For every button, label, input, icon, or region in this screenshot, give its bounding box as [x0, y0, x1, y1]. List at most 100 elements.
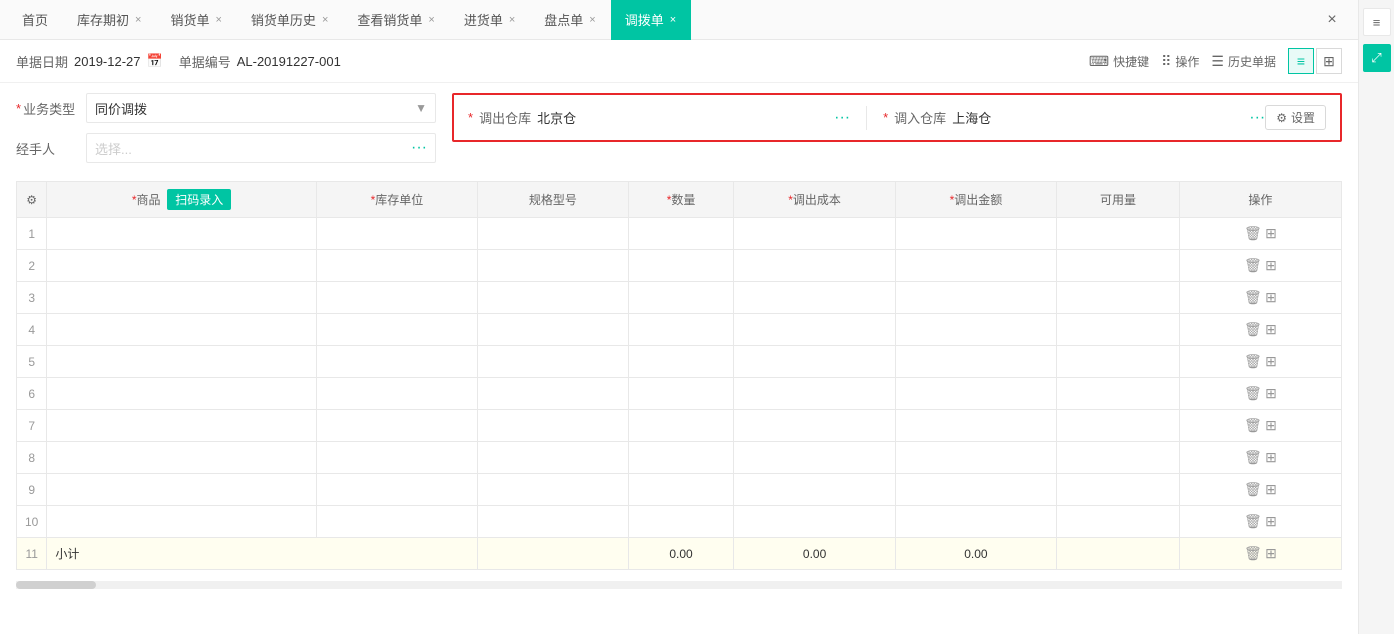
copy-row-btn[interactable]: ⊞: [1265, 257, 1277, 274]
delete-row-btn[interactable]: 🗑: [1244, 417, 1262, 434]
tab-sales-history[interactable]: 销货单历史 ×: [237, 0, 343, 40]
delete-row-btn[interactable]: 🗑: [1244, 321, 1262, 338]
product-cell[interactable]: [47, 282, 316, 314]
qty-cell[interactable]: [628, 250, 734, 282]
amount-cell[interactable]: [895, 250, 1056, 282]
history-btn[interactable]: ☰ 历史单据: [1211, 53, 1276, 70]
tab-transfer[interactable]: 调拨单 ×: [611, 0, 691, 40]
delete-row-btn[interactable]: 🗑: [1244, 449, 1262, 466]
spec-cell[interactable]: [478, 250, 629, 282]
calendar-icon[interactable]: 📅: [147, 53, 163, 69]
delete-row-btn[interactable]: 🗑: [1244, 353, 1262, 370]
unit-cell[interactable]: [316, 410, 477, 442]
spec-cell[interactable]: [478, 506, 629, 538]
agent-field[interactable]: 选择... ···: [86, 133, 436, 163]
spec-cell[interactable]: [478, 410, 629, 442]
tab-inventory-init[interactable]: 库存期初 ×: [63, 0, 156, 40]
amount-cell[interactable]: [895, 218, 1056, 250]
copy-row-btn[interactable]: ⊞: [1265, 545, 1277, 562]
qty-cell[interactable]: [628, 410, 734, 442]
qty-cell[interactable]: [628, 474, 734, 506]
qty-cell[interactable]: [628, 282, 734, 314]
unit-cell[interactable]: [316, 474, 477, 506]
product-cell[interactable]: [47, 474, 316, 506]
delete-row-btn[interactable]: 🗑: [1244, 225, 1262, 242]
amount-cell[interactable]: [895, 282, 1056, 314]
product-cell[interactable]: [47, 250, 316, 282]
spec-cell[interactable]: [478, 378, 629, 410]
tab-close-sales-history[interactable]: ×: [322, 14, 328, 26]
product-cell[interactable]: [47, 218, 316, 250]
product-cell[interactable]: [47, 314, 316, 346]
copy-row-btn[interactable]: ⊞: [1265, 225, 1277, 242]
delete-row-btn[interactable]: 🗑: [1244, 545, 1262, 562]
tab-view-sales[interactable]: 查看销货单 ×: [343, 0, 449, 40]
amount-cell[interactable]: [895, 346, 1056, 378]
from-warehouse-more-btn[interactable]: ···: [834, 109, 850, 127]
scrollbar-thumb[interactable]: [16, 581, 96, 589]
cost-cell[interactable]: [734, 442, 895, 474]
cost-cell[interactable]: [734, 250, 895, 282]
tab-close-purchase[interactable]: ×: [509, 14, 515, 26]
available-cell[interactable]: [1057, 410, 1180, 442]
cost-cell[interactable]: [734, 506, 895, 538]
cost-cell[interactable]: [734, 282, 895, 314]
available-cell[interactable]: [1057, 250, 1180, 282]
available-cell[interactable]: [1057, 442, 1180, 474]
unit-cell[interactable]: [316, 314, 477, 346]
to-warehouse-more-btn[interactable]: ···: [1249, 109, 1265, 127]
product-cell[interactable]: [47, 506, 316, 538]
copy-row-btn[interactable]: ⊞: [1265, 449, 1277, 466]
operations-btn[interactable]: ⠿ 操作: [1161, 53, 1199, 70]
cost-cell[interactable]: [734, 410, 895, 442]
unit-cell[interactable]: [316, 506, 477, 538]
copy-row-btn[interactable]: ⊞: [1265, 417, 1277, 434]
delete-row-btn[interactable]: 🗑: [1244, 385, 1262, 402]
copy-row-btn[interactable]: ⊞: [1265, 481, 1277, 498]
copy-row-btn[interactable]: ⊞: [1265, 289, 1277, 306]
grid-view-btn[interactable]: ⊞: [1316, 48, 1342, 74]
delete-row-btn[interactable]: 🗑: [1244, 513, 1262, 530]
warehouse-setting-btn[interactable]: ⚙ 设置: [1265, 105, 1326, 130]
window-close-button[interactable]: ×: [1314, 2, 1350, 38]
qty-cell[interactable]: [628, 442, 734, 474]
list-view-btn[interactable]: ≡: [1288, 48, 1314, 74]
cost-cell[interactable]: [734, 314, 895, 346]
shortcuts-btn[interactable]: ⌨ 快捷键: [1089, 53, 1149, 70]
copy-row-btn[interactable]: ⊞: [1265, 353, 1277, 370]
qty-cell[interactable]: [628, 378, 734, 410]
unit-cell[interactable]: [316, 218, 477, 250]
tab-close-stocktake[interactable]: ×: [589, 14, 595, 26]
available-cell[interactable]: [1057, 378, 1180, 410]
qty-cell[interactable]: [628, 218, 734, 250]
delete-row-btn[interactable]: 🗑: [1244, 289, 1262, 306]
unit-cell[interactable]: [316, 250, 477, 282]
spec-cell[interactable]: [478, 474, 629, 506]
side-list-btn[interactable]: ≡: [1363, 8, 1391, 36]
spec-cell[interactable]: [478, 282, 629, 314]
amount-cell[interactable]: [895, 378, 1056, 410]
tab-close-sales[interactable]: ×: [215, 14, 221, 26]
unit-cell[interactable]: [316, 442, 477, 474]
product-cell[interactable]: [47, 346, 316, 378]
tab-purchase[interactable]: 进货单 ×: [450, 0, 530, 40]
available-cell[interactable]: [1057, 474, 1180, 506]
qty-cell[interactable]: [628, 506, 734, 538]
tab-close-transfer[interactable]: ×: [670, 14, 676, 26]
copy-row-btn[interactable]: ⊞: [1265, 385, 1277, 402]
spec-cell[interactable]: [478, 314, 629, 346]
amount-cell[interactable]: [895, 506, 1056, 538]
delete-row-btn[interactable]: 🗑: [1244, 257, 1262, 274]
tab-home[interactable]: 首页: [8, 0, 63, 40]
unit-cell[interactable]: [316, 378, 477, 410]
biz-type-field[interactable]: 同价调拨 ▼: [86, 93, 436, 123]
amount-cell[interactable]: [895, 474, 1056, 506]
settings-icon[interactable]: ⚙: [26, 193, 37, 207]
product-cell[interactable]: [47, 378, 316, 410]
amount-cell[interactable]: [895, 410, 1056, 442]
tab-sales-order[interactable]: 销货单 ×: [156, 0, 236, 40]
cost-cell[interactable]: [734, 218, 895, 250]
available-cell[interactable]: [1057, 506, 1180, 538]
available-cell[interactable]: [1057, 314, 1180, 346]
amount-cell[interactable]: [895, 442, 1056, 474]
